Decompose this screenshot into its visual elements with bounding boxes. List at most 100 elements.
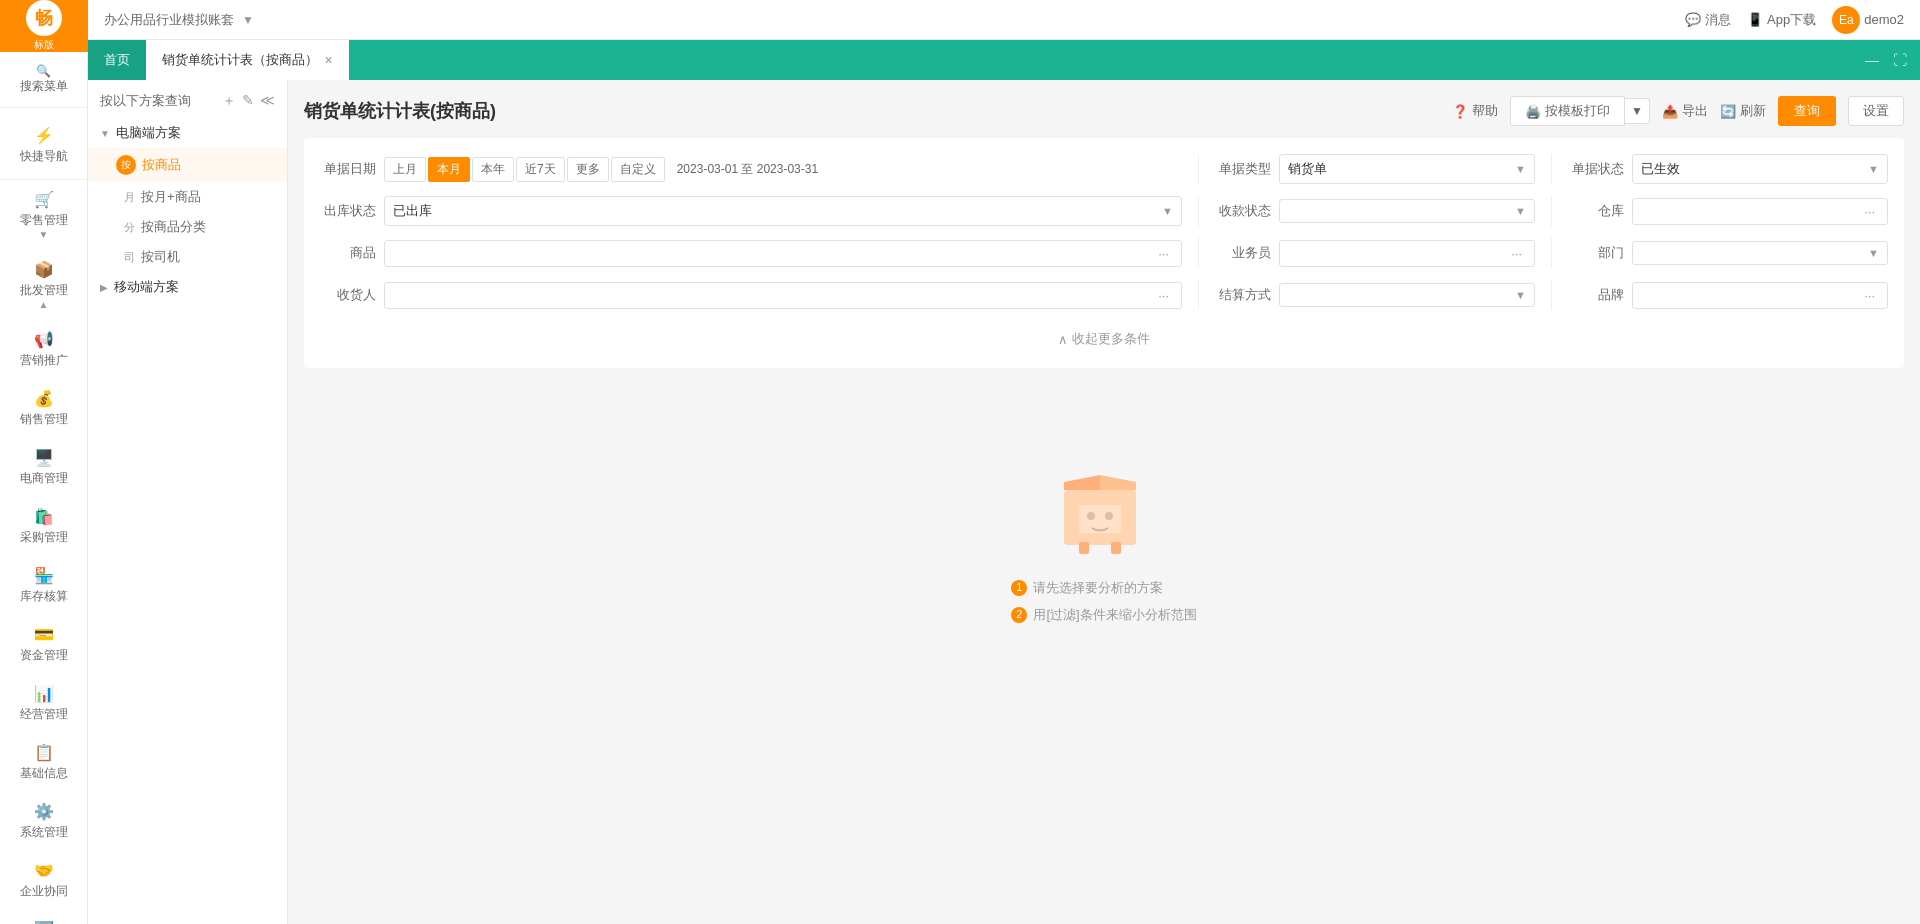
sidebar-item-purchase[interactable]: 🛍️ 采购管理 (0, 497, 88, 556)
date-btn-7days[interactable]: 近7天 (516, 157, 565, 182)
svg-point-3 (1105, 512, 1113, 520)
salesperson-dots[interactable]: ··· (1507, 246, 1526, 261)
sidebar-item-ecommerce[interactable]: 🖥️ 电商管理 (0, 438, 88, 497)
filter-doc-status-label: 单据状态 (1568, 160, 1624, 178)
search-menu-btn[interactable]: 🔍 搜索菜单 (12, 60, 76, 99)
template-print-btn-group: 🖨️ 按模板打印 ▼ (1510, 96, 1650, 126)
scheme-item-by-cashier[interactable]: 司 按司机 (88, 242, 287, 272)
filter-payment-dropdown[interactable]: ▼ (1279, 283, 1535, 307)
date-btn-this-month[interactable]: 本月 (428, 157, 470, 182)
settings-btn[interactable]: 设置 (1848, 96, 1904, 126)
filter-brand-dropdown[interactable]: ··· (1632, 282, 1888, 309)
empty-hint-1: 1 请先选择要分析的方案 (1011, 576, 1196, 599)
scheme-sub-icon-3: 司 (124, 250, 135, 265)
messages-label: 消息 (1705, 11, 1731, 29)
filter-warehouse-dropdown[interactable]: ··· (1632, 198, 1888, 225)
tab-sales-stats[interactable]: 销货单统计计表（按商品） ✕ (146, 40, 349, 80)
sidebar-item-basic[interactable]: 📋 基础信息 (0, 733, 88, 792)
tab-home[interactable]: 首页 (88, 40, 146, 80)
empty-state: 1 请先选择要分析的方案 2 用[过滤]条件来缩小分析范围 (304, 380, 1904, 691)
filter-brand: 品牌 ··· (1568, 282, 1888, 309)
hint-1-text: 请先选择要分析的方案 (1033, 576, 1163, 599)
user-profile[interactable]: Ea demo2 (1832, 6, 1904, 34)
app-logo[interactable]: 畅 标版 (0, 0, 88, 52)
recipient-dots[interactable]: ··· (1154, 288, 1173, 303)
filter-dept-dropdown[interactable]: ▼ (1632, 241, 1888, 265)
purchase-icon: 🛍️ (34, 507, 54, 526)
filter-product-dropdown[interactable]: ··· (384, 240, 1182, 267)
help-label: 帮助 (1472, 102, 1498, 120)
product-dots[interactable]: ··· (1154, 246, 1173, 261)
topbar-dropdown-arrow[interactable]: ▼ (242, 13, 254, 27)
edit-scheme-btn[interactable]: ✎ (242, 92, 254, 110)
filter-out-status-dropdown[interactable]: 已出库 ▼ (384, 196, 1182, 226)
guide-icon: 🆕 (34, 920, 54, 924)
tabbar: 首页 销货单统计计表（按商品） ✕ — ⛶ (88, 40, 1920, 80)
filter-salesperson-dropdown[interactable]: ··· (1279, 240, 1535, 267)
filter-receipt-status: 收款状态 ▼ (1215, 199, 1535, 223)
add-scheme-btn[interactable]: ＋ (222, 92, 236, 110)
date-btn-custom[interactable]: 自定义 (611, 157, 665, 182)
export-btn[interactable]: 📤 导出 (1662, 102, 1708, 120)
sidebar-item-guide[interactable]: 🆕 新手引导 (0, 910, 88, 924)
tab-minimize-btn[interactable]: — (1860, 48, 1884, 72)
brand-dots[interactable]: ··· (1860, 288, 1879, 303)
download-icon: 📱 (1747, 12, 1763, 27)
app-download-btn[interactable]: 📱 App下载 (1747, 11, 1816, 29)
page-title: 销货单统计计表(按商品) (304, 99, 496, 123)
topbar-title: 办公用品行业模拟账套 (104, 11, 234, 29)
empty-hint-2: 2 用[过滤]条件来缩小分析范围 (1011, 603, 1196, 626)
sidebar-item-system[interactable]: ⚙️ 系统管理 (0, 792, 88, 851)
collapse-panel-btn[interactable]: ≪ (260, 92, 275, 110)
right-content: 销货单统计计表(按商品) ❓ 帮助 🖨️ 按模板打印 ▼ (288, 80, 1920, 924)
sidebar-item-operation[interactable]: 📊 经营管理 (0, 674, 88, 733)
filter-receipt-status-dropdown[interactable]: ▼ (1279, 199, 1535, 223)
filter-date-label: 单据日期 (320, 160, 376, 178)
warehouse-dots[interactable]: ··· (1860, 204, 1879, 219)
left-panel-header: 按以下方案查询 ＋ ✎ ≪ (88, 88, 287, 118)
sidebar-item-marketing[interactable]: 📢 营销推广 (0, 320, 88, 379)
left-panel-actions: ＋ ✎ ≪ (222, 92, 275, 110)
filter-salesperson-label: 业务员 (1215, 244, 1271, 262)
scheme-group-desktop-header[interactable]: ▼ 电脑端方案 (88, 118, 287, 148)
filter-row-1: 单据日期 上月 本月 本年 近7天 更多 自定义 20 (320, 154, 1888, 184)
date-btn-more[interactable]: 更多 (567, 157, 609, 182)
sidebar-item-retail[interactable]: 🛒 零售管理 ▼ (0, 180, 88, 250)
search-icon: 🔍 (20, 64, 68, 78)
scheme-item-by-month-product[interactable]: 月 按月+商品 (88, 182, 287, 212)
export-icon: 📤 (1662, 104, 1678, 119)
help-btn[interactable]: ❓ 帮助 (1452, 102, 1498, 120)
messages-btn[interactable]: 💬 消息 (1685, 11, 1731, 29)
template-print-btn[interactable]: 🖨️ 按模板打印 (1510, 96, 1625, 126)
scheme-group-arrow: ▼ (100, 128, 110, 139)
filter-warehouse: 仓库 ··· (1568, 198, 1888, 225)
date-btn-this-year[interactable]: 本年 (472, 157, 514, 182)
filter-doc-status-dropdown[interactable]: 已生效 ▼ (1632, 154, 1888, 184)
collapse-more-btn[interactable]: ∧ 收起更多条件 (1058, 330, 1150, 348)
sidebar-item-quick[interactable]: ⚡ 快捷导航 (0, 116, 87, 175)
tab-maximize-btn[interactable]: ⛶ (1888, 48, 1912, 72)
sidebar-item-finance[interactable]: 💳 资金管理 (0, 615, 88, 674)
refresh-btn[interactable]: 🔄 刷新 (1720, 102, 1766, 120)
sidebar-item-wholesale[interactable]: 📦 批发管理 ▲ (0, 250, 88, 320)
template-print-arrow-btn[interactable]: ▼ (1625, 98, 1650, 124)
help-icon: ❓ (1452, 104, 1468, 119)
sidebar-item-sales[interactable]: 💰 销售管理 (0, 379, 88, 438)
scheme-item-by-product[interactable]: 按 按商品 (88, 148, 287, 182)
sidebar-item-inventory[interactable]: 🏪 库存核算 (0, 556, 88, 615)
date-btn-last-month[interactable]: 上月 (384, 157, 426, 182)
sidebar-item-enterprise[interactable]: 🤝 企业协同 (0, 851, 88, 910)
query-btn[interactable]: 查询 (1778, 96, 1836, 126)
scheme-group-mobile-header[interactable]: ▶ 移动端方案 (88, 272, 287, 302)
left-panel-title: 按以下方案查询 (100, 92, 191, 110)
scheme-item-by-category[interactable]: 分 按商品分类 (88, 212, 287, 242)
filter-out-status-label: 出库状态 (320, 202, 376, 220)
svg-point-2 (1087, 512, 1095, 520)
filter-doc-type-dropdown[interactable]: 销货单 ▼ (1279, 154, 1535, 184)
scheme-group-label: 电脑端方案 (116, 124, 181, 142)
filter-doc-type-label: 单据类型 (1215, 160, 1271, 178)
filter-recipient-dropdown[interactable]: ··· (384, 282, 1182, 309)
payment-chevron: ▼ (1515, 289, 1526, 301)
tab-close-btn[interactable]: ✕ (324, 54, 333, 67)
scheme-group-desktop: ▼ 电脑端方案 按 按商品 月 按月+商品 分 按商品分类 (88, 118, 287, 272)
